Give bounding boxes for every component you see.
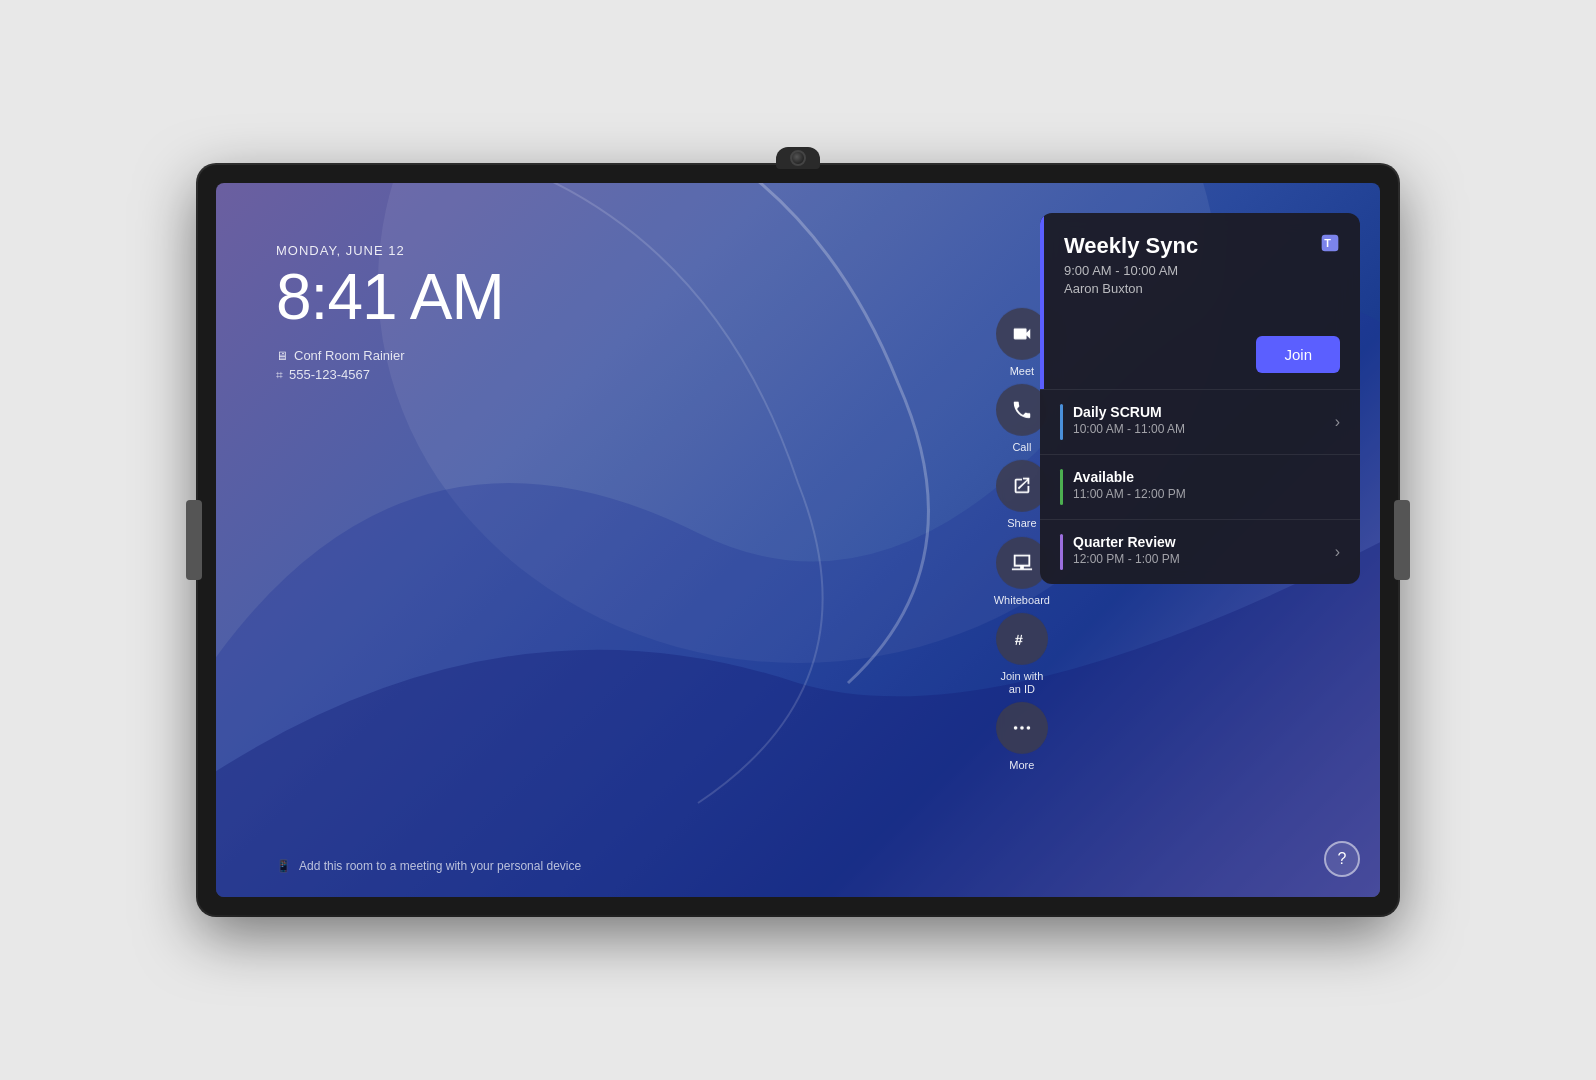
room-phone: ⌗ 555-123-4567 [276,367,504,382]
join-button[interactable]: Join [1256,336,1340,373]
share-label: Share [1007,517,1036,530]
clock-area: MONDAY, JUNE 12 8:41 AM 🖥 Conf Room Rain… [276,243,504,382]
camera-lens [790,150,806,166]
svg-text:T: T [1324,237,1331,249]
meeting-accent-blue [1060,404,1063,440]
bottom-hint: 📱 Add this room to a meeting with your p… [276,859,581,873]
join-id-label: Join with an ID [1000,670,1043,696]
meeting-item-left-2: Available 11:00 AM - 12:00 PM [1060,469,1186,505]
calendar-panel: Weekly Sync T 9:00 AM - 10:00 AM Aaron B… [1040,213,1360,584]
help-icon: ? [1338,850,1347,868]
svg-text:#: # [1015,631,1023,647]
daily-scrum-time: 10:00 AM - 11:00 AM [1073,422,1185,436]
join-with-id-button[interactable]: # Join with an ID [996,613,1048,696]
current-meeting-organizer: Aaron Buxton [1064,281,1340,296]
tv-stand-right [1394,500,1410,580]
meeting-info-2: Available 11:00 AM - 12:00 PM [1073,469,1186,505]
meeting-item-available[interactable]: Available 11:00 AM - 12:00 PM [1040,454,1360,519]
chevron-right-icon-3: › [1335,543,1340,561]
quarter-review-time: 12:00 PM - 1:00 PM [1073,552,1180,566]
meeting-accent-purple [1060,534,1063,570]
phone-icon: ⌗ [276,368,283,382]
tv-stand-left [186,500,202,580]
meeting-item-quarter-review[interactable]: Quarter Review 12:00 PM - 1:00 PM › [1040,519,1360,584]
meeting-info: Daily SCRUM 10:00 AM - 11:00 AM [1073,404,1185,440]
help-button[interactable]: ? [1324,841,1360,877]
join-id-icon-circle: # [996,613,1048,665]
tv-frame: MONDAY, JUNE 12 8:41 AM 🖥 Conf Room Rain… [198,165,1398,915]
more-icon-circle [996,702,1048,754]
available-title: Available [1073,469,1186,485]
meeting-info-3: Quarter Review 12:00 PM - 1:00 PM [1073,534,1180,570]
call-label: Call [1012,441,1031,454]
available-time: 11:00 AM - 12:00 PM [1073,487,1186,501]
camera-bump [776,147,820,169]
svg-point-4 [1026,726,1030,730]
quarter-review-title: Quarter Review [1073,534,1180,550]
hint-icon: 📱 [276,859,291,873]
teams-icon: T [1320,233,1340,258]
more-label: More [1009,759,1034,772]
monitor-icon: 🖥 [276,349,288,363]
meeting-accent-green [1060,469,1063,505]
room-info: 🖥 Conf Room Rainier ⌗ 555-123-4567 [276,348,504,382]
meeting-header: Weekly Sync T [1064,233,1340,259]
current-meeting-time: 9:00 AM - 10:00 AM [1064,263,1340,278]
more-button[interactable]: More [996,702,1048,772]
device-wrapper: MONDAY, JUNE 12 8:41 AM 🖥 Conf Room Rain… [198,165,1398,915]
svg-point-3 [1020,726,1024,730]
whiteboard-label: Whiteboard [994,593,1050,606]
hint-text: Add this room to a meeting with your per… [299,859,581,873]
meeting-item-daily-scrum[interactable]: Daily SCRUM 10:00 AM - 11:00 AM › [1040,389,1360,454]
svg-point-2 [1014,726,1018,730]
meeting-item-left: Daily SCRUM 10:00 AM - 11:00 AM [1060,404,1185,440]
date-display: MONDAY, JUNE 12 [276,243,504,258]
daily-scrum-title: Daily SCRUM [1073,404,1185,420]
current-meeting-card: Weekly Sync T 9:00 AM - 10:00 AM Aaron B… [1040,213,1360,389]
meet-label: Meet [1010,365,1034,378]
chevron-right-icon: › [1335,413,1340,431]
room-name: 🖥 Conf Room Rainier [276,348,504,363]
screen: MONDAY, JUNE 12 8:41 AM 🖥 Conf Room Rain… [216,183,1380,897]
time-display: 8:41 AM [276,262,504,332]
current-meeting-title: Weekly Sync [1064,233,1198,259]
meeting-item-left-3: Quarter Review 12:00 PM - 1:00 PM [1060,534,1180,570]
